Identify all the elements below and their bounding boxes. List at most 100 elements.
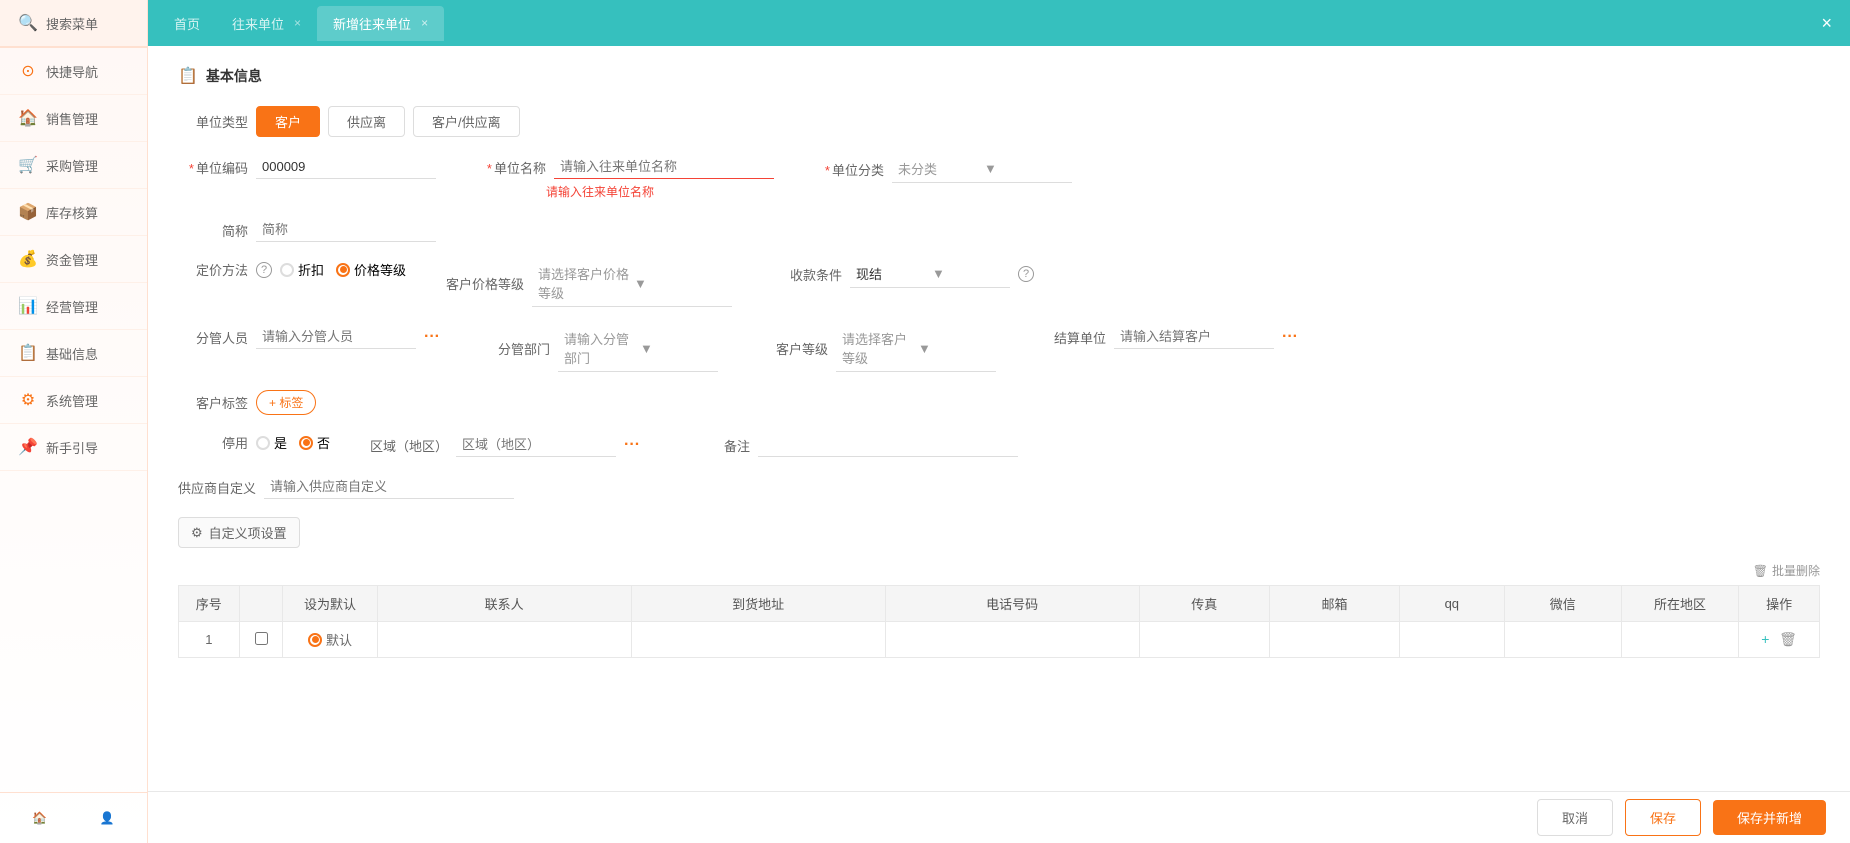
customer-level-select[interactable]: 请选择客户等级 ▼ <box>836 325 996 372</box>
operation-icon: 📊 <box>18 296 38 316</box>
gear-icon: ⚙ <box>191 525 203 541</box>
settlement-input[interactable] <box>1114 325 1274 349</box>
pricing-discount-label: 折扣 <box>298 260 324 279</box>
pricing-help-icon[interactable]: ? <box>256 262 272 278</box>
unit-btn-customer[interactable]: 客户 <box>256 106 320 137</box>
sidebar-item-quicknav[interactable]: ⊙ 快捷导航 <box>0 48 147 95</box>
remark-col: 备注 <box>680 433 1018 457</box>
short-name-input[interactable] <box>256 218 436 242</box>
sidebar: 🔍 搜索菜单 ⊙ 快捷导航 🏠 销售管理 🛒 采购管理 📦 库存核算 💰 资金管… <box>0 0 148 843</box>
customer-level-col: 客户等级 请选择客户等级 ▼ <box>758 325 996 372</box>
row-region[interactable] <box>1621 622 1738 658</box>
row-wechat[interactable] <box>1504 622 1621 658</box>
customer-price-select[interactable]: 请选择客户价格等级 ▼ <box>532 260 732 307</box>
sidebar-basic-label: 基础信息 <box>46 344 98 363</box>
sidebar-item-sales[interactable]: 🏠 销售管理 <box>0 95 147 142</box>
save-button[interactable]: 保存 <box>1625 799 1701 836</box>
manager-input[interactable] <box>256 325 416 349</box>
unit-name-input[interactable] <box>554 155 774 179</box>
row-phone[interactable] <box>885 622 1139 658</box>
sidebar-user-btn[interactable]: 👤 <box>78 803 138 833</box>
row-wechat-input[interactable] <box>1528 632 1598 647</box>
customer-price-label: 客户价格等级 <box>446 274 524 293</box>
tab-bar-close-btn[interactable]: × <box>1813 9 1840 38</box>
tab-partners[interactable]: 往来单位 × <box>216 6 317 41</box>
row-fax[interactable] <box>1139 622 1269 658</box>
pricing-radio-price-level[interactable]: 价格等级 <box>336 260 406 279</box>
sidebar-item-finance[interactable]: 💰 资金管理 <box>0 236 147 283</box>
sidebar-quicknav-label: 快捷导航 <box>46 62 98 81</box>
disabled-yes-label: 是 <box>274 433 287 452</box>
row-address-input[interactable] <box>642 632 875 647</box>
sidebar-item-system[interactable]: ⚙ 系统管理 <box>0 377 147 424</box>
save-new-button[interactable]: 保存并新增 <box>1713 800 1826 835</box>
section-title-text: 基本信息 <box>206 66 262 86</box>
unit-btn-supplier[interactable]: 供应离 <box>328 106 405 137</box>
row-check-input[interactable] <box>255 632 268 645</box>
row-email-input[interactable] <box>1294 632 1374 647</box>
row-checkbox[interactable] <box>239 622 283 658</box>
finance-icon: 💰 <box>18 249 38 269</box>
payment-help-icon[interactable]: ? <box>1018 266 1034 282</box>
add-tag-button[interactable]: + 标签 <box>256 390 316 415</box>
row-region-input[interactable] <box>1645 632 1715 647</box>
sidebar-home-btn[interactable]: 🏠 <box>10 803 70 833</box>
tab-partners-close[interactable]: × <box>294 16 301 30</box>
batch-delete-label[interactable]: 批量删除 <box>1772 562 1820 579</box>
sidebar-finance-label: 资金管理 <box>46 250 98 269</box>
payment-select[interactable]: 现结 ▼ <box>850 260 1010 288</box>
row-delete-btn[interactable]: 🗑 <box>1776 631 1800 647</box>
section-title: 📋 基本信息 <box>178 66 1820 86</box>
disabled-yes[interactable]: 是 <box>256 433 287 452</box>
manager-more-btn[interactable]: ··· <box>424 328 440 346</box>
sidebar-bottom: 🏠 👤 <box>0 792 147 843</box>
row-fax-input[interactable] <box>1164 632 1244 647</box>
tab-new-partner[interactable]: 新增往来单位 × <box>317 6 444 41</box>
settlement-more-btn[interactable]: ··· <box>1282 328 1298 346</box>
unit-category-select[interactable]: 未分类 ▼ <box>892 155 1072 183</box>
row-default-radio[interactable]: 默认 <box>293 630 366 649</box>
remark-input[interactable] <box>758 433 1018 457</box>
row-qq-input[interactable] <box>1422 632 1482 647</box>
row-contact-input[interactable] <box>388 632 621 647</box>
row-phone-input[interactable] <box>896 632 1129 647</box>
tab-new-partner-label: 新增往来单位 <box>333 14 411 33</box>
disabled-label: 停用 <box>178 433 248 452</box>
unit-btn-both[interactable]: 客户/供应离 <box>413 106 520 137</box>
dept-select[interactable]: 请输入分管部门 ▼ <box>558 325 718 372</box>
tab-bar: 首页 往来单位 × 新增往来单位 × × <box>148 0 1850 46</box>
disabled-no[interactable]: 否 <box>299 433 330 452</box>
supplier-custom-input[interactable] <box>264 475 514 499</box>
disabled-col: 停用 是 否 <box>178 433 330 452</box>
row-add-btn[interactable]: + <box>1758 631 1772 647</box>
table-body: 1 默认 <box>179 622 1820 658</box>
region-label: 区域（地区） <box>370 436 448 455</box>
pricing-radio-discount[interactable]: 折扣 <box>280 260 324 279</box>
customer-level-arrow: ▼ <box>918 341 990 356</box>
customer-level-placeholder: 请选择客户等级 <box>842 329 914 367</box>
unit-type-row: 单位类型 客户 供应离 客户/供应离 <box>178 106 1820 137</box>
unit-name-label: *单位名称 <box>476 158 546 177</box>
sidebar-item-newbie[interactable]: 📌 新手引导 <box>0 424 147 471</box>
settlement-col: 结算单位 ··· <box>1036 325 1298 349</box>
row-contact[interactable] <box>377 622 631 658</box>
sidebar-item-purchase[interactable]: 🛒 采购管理 <box>0 142 147 189</box>
row-qq[interactable] <box>1400 622 1504 658</box>
contacts-table: 序号 设为默认 联系人 到货地址 电话号码 传真 邮箱 qq 微信 所在地区 操… <box>178 585 1820 658</box>
row-email[interactable] <box>1269 622 1399 658</box>
payment-value: 现结 <box>856 264 928 283</box>
sidebar-item-operation[interactable]: 📊 经营管理 <box>0 283 147 330</box>
unit-type-group: 客户 供应离 客户/供应离 <box>256 106 520 137</box>
sidebar-item-basic[interactable]: 📋 基础信息 <box>0 330 147 377</box>
tab-new-partner-close[interactable]: × <box>421 16 428 30</box>
region-input[interactable] <box>456 433 616 457</box>
sidebar-item-search[interactable]: 🔍 搜索菜单 <box>0 0 147 48</box>
row-address[interactable] <box>631 622 885 658</box>
disabled-no-label: 否 <box>317 433 330 452</box>
cancel-button[interactable]: 取消 <box>1537 799 1613 836</box>
region-more-btn[interactable]: ··· <box>624 436 640 454</box>
sidebar-item-inventory[interactable]: 📦 库存核算 <box>0 189 147 236</box>
tab-home[interactable]: 首页 <box>158 6 216 41</box>
unit-code-input[interactable] <box>256 155 436 179</box>
custom-settings-button[interactable]: ⚙ 自定义项设置 <box>178 517 300 548</box>
